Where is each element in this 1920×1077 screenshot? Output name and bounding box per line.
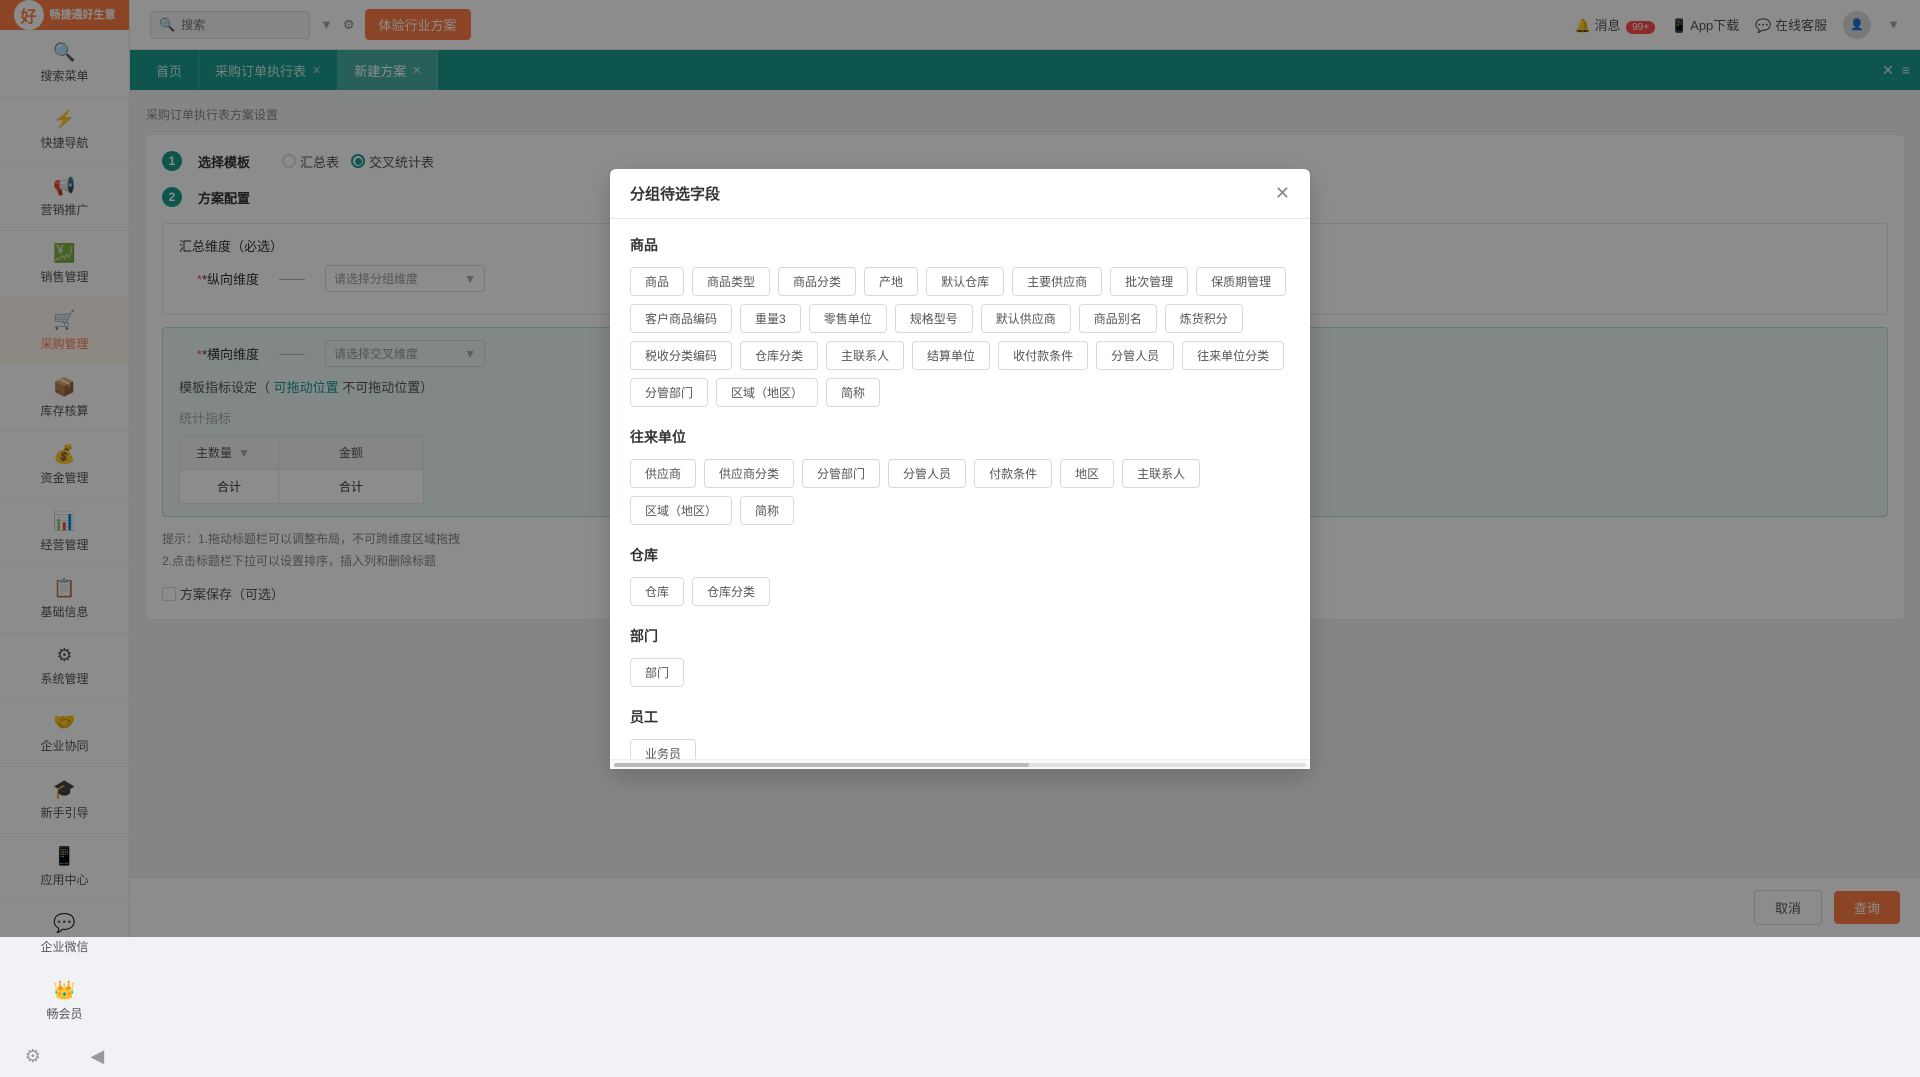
modal-section-title: 员工 [630,707,1290,727]
collapse-btn[interactable]: ◀ [90,1046,104,1067]
field-tag[interactable]: 分管部门 [802,459,880,488]
field-tag[interactable]: 区域（地区） [716,378,818,407]
modal-header: 分组待选字段 ✕ [610,169,1310,219]
field-tag[interactable]: 往来单位分类 [1182,341,1284,370]
field-tag[interactable]: 重量3 [740,304,801,333]
field-tag[interactable]: 业务员 [630,739,696,759]
sidebar-member-label: 畅会员 [46,1005,82,1022]
modal-section-title: 部门 [630,626,1290,646]
field-tag[interactable]: 主要供应商 [1012,267,1102,296]
field-tag[interactable]: 仓库 [630,577,684,606]
sidebar-corpwx-label: 企业微信 [40,938,88,955]
modal-dialog: 分组待选字段 ✕ 商品商品商品类型商品分类产地默认仓库主要供应商批次管理保质期管… [610,169,1310,769]
field-tag[interactable]: 客户商品编码 [630,304,732,333]
field-tag[interactable]: 保质期管理 [1196,267,1286,296]
field-grid-部门: 部门 [630,658,1290,687]
field-tag[interactable]: 主联系人 [1122,459,1200,488]
field-tag[interactable]: 结算单位 [912,341,990,370]
field-tag[interactable]: 主联系人 [826,341,904,370]
field-tag[interactable]: 部门 [630,658,684,687]
modal-section-title: 仓库 [630,545,1290,565]
modal-section-商品: 商品商品商品类型商品分类产地默认仓库主要供应商批次管理保质期管理客户商品编码重量… [630,235,1290,407]
field-tag[interactable]: 仓库分类 [740,341,818,370]
modal-section-title: 往来单位 [630,427,1290,447]
settings-bottom-btn[interactable]: ⚙ [25,1046,41,1067]
field-tag[interactable]: 商品分类 [778,267,856,296]
modal-overlay[interactable]: 分组待选字段 ✕ 商品商品商品类型商品分类产地默认仓库主要供应商批次管理保质期管… [0,0,1920,937]
modal-footer-scrollbar [610,759,1310,769]
field-tag[interactable]: 商品 [630,267,684,296]
field-tag[interactable]: 分管人员 [1096,341,1174,370]
field-tag[interactable]: 付款条件 [974,459,1052,488]
modal-close-btn[interactable]: ✕ [1275,183,1290,204]
field-tag[interactable]: 供应商分类 [704,459,794,488]
modal-section-往来单位: 往来单位供应商供应商分类分管部门分管人员付款条件地区主联系人区域（地区） 简称 [630,427,1290,525]
field-tag[interactable]: 供应商 [630,459,696,488]
modal-body: 商品商品商品类型商品分类产地默认仓库主要供应商批次管理保质期管理客户商品编码重量… [610,219,1310,759]
modal-section-仓库: 仓库仓库仓库分类 [630,545,1290,606]
field-tag[interactable]: 默认仓库 [926,267,1004,296]
field-tag[interactable]: 商品类型 [692,267,770,296]
field-tag[interactable]: 仓库分类 [692,577,770,606]
field-tag[interactable]: 产地 [864,267,918,296]
field-tag[interactable]: 区域（地区） [630,496,732,525]
field-grid-往来单位: 供应商供应商分类分管部门分管人员付款条件地区主联系人区域（地区） 简称 [630,459,1290,525]
field-tag[interactable]: 批次管理 [1110,267,1188,296]
field-tag[interactable]: 规格型号 [895,304,973,333]
field-tag[interactable]: 零售单位 [809,304,887,333]
modal-title: 分组待选字段 [630,183,720,204]
modal-section-员工: 员工业务员 [630,707,1290,759]
field-tag[interactable]: 地区 [1060,459,1114,488]
field-tag[interactable]: 税收分类编码 [630,341,732,370]
field-tag[interactable]: 默认供应商 [981,304,1071,333]
field-grid-仓库: 仓库仓库分类 [630,577,1290,606]
field-tag[interactable]: 商品别名 [1079,304,1157,333]
modal-section-部门: 部门部门 [630,626,1290,687]
field-tag[interactable]: 收付款条件 [998,341,1088,370]
field-tag[interactable]: 分管人员 [888,459,966,488]
field-tag[interactable]: 简称 [826,378,880,407]
field-grid-商品: 商品商品类型商品分类产地默认仓库主要供应商批次管理保质期管理客户商品编码重量3 零… [630,267,1290,407]
member-icon: 👑 [53,980,75,1001]
field-tag[interactable]: 简称 [740,496,794,525]
field-tag[interactable]: 炼货积分 [1165,304,1243,333]
field-tag[interactable]: 分管部门 [630,378,708,407]
modal-section-title: 商品 [630,235,1290,255]
sidebar-item-member[interactable]: 👑 畅会员 [0,968,129,1035]
field-grid-员工: 业务员 [630,739,1290,759]
